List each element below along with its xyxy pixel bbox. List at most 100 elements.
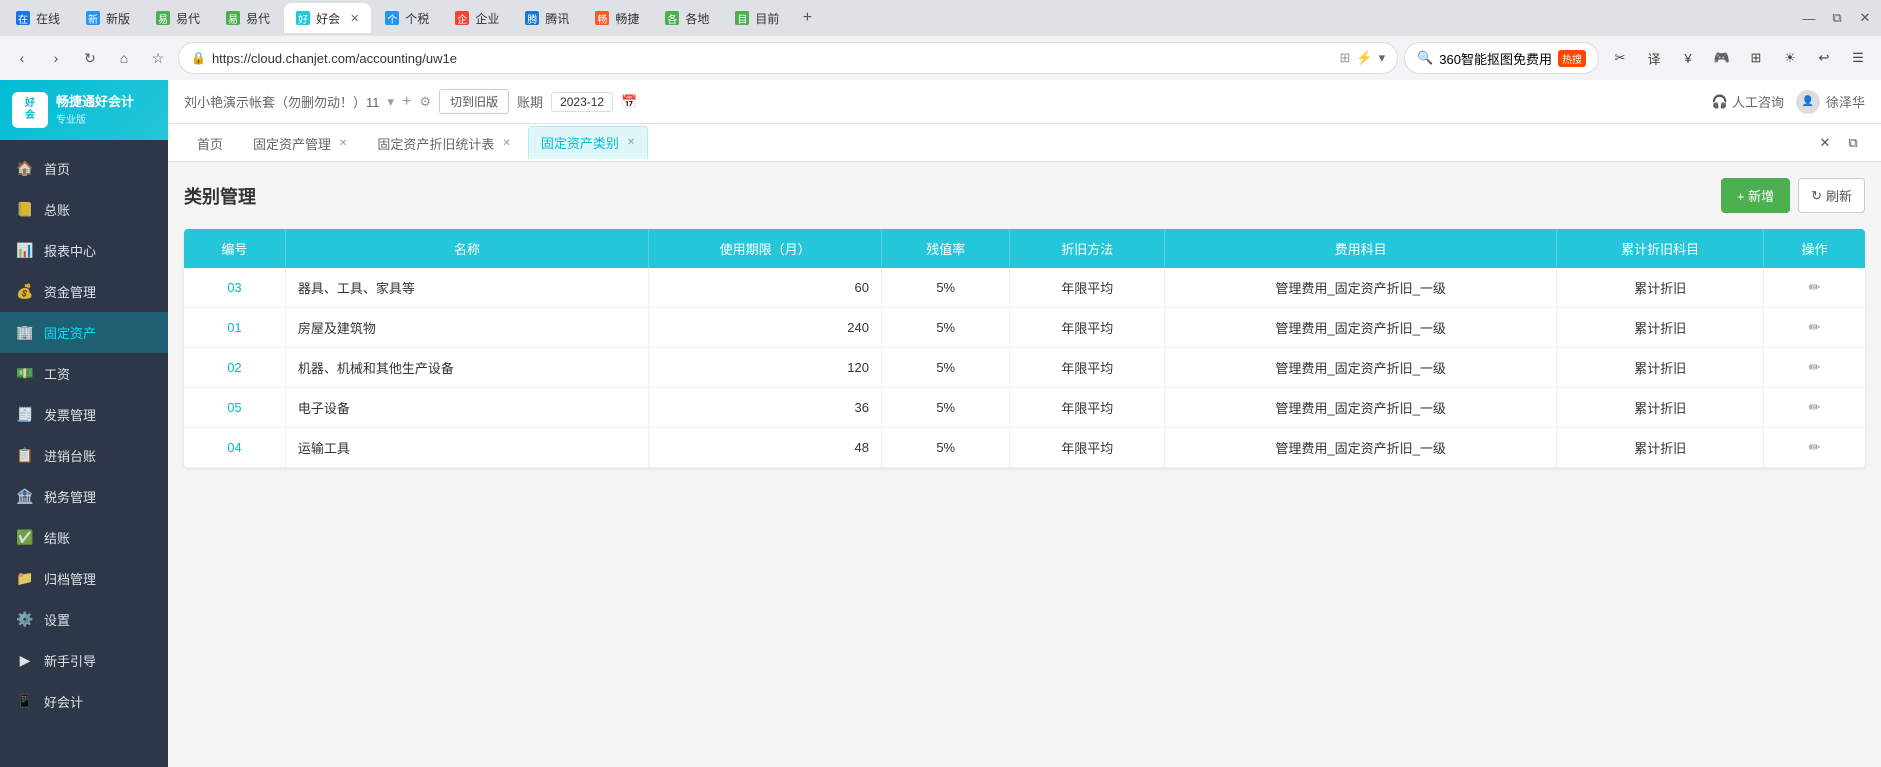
col-name: 名称 xyxy=(285,229,648,268)
code-link-2[interactable]: 02 xyxy=(227,360,241,375)
tab-favicon-9: 各 xyxy=(665,11,679,25)
customer-service-button[interactable]: 🎧 人工咨询 xyxy=(1712,92,1784,111)
tab-home[interactable]: 首页 xyxy=(184,127,236,159)
code-link-3[interactable]: 05 xyxy=(227,400,241,415)
edit-button-4[interactable]: ✏ xyxy=(1809,439,1821,455)
tab-label-10: 目前 xyxy=(755,10,779,27)
sidebar-item-tax[interactable]: 🏦 税务管理 xyxy=(0,476,168,517)
sidebar-item-guide[interactable]: ▶ 新手引导 xyxy=(0,640,168,681)
back-button[interactable]: ‹ xyxy=(8,44,36,72)
tab-fixed-assets-management-close[interactable]: ✕ xyxy=(339,138,347,149)
edit-button-0[interactable]: ✏ xyxy=(1809,279,1821,295)
browser-tab-4[interactable]: 好 好会 ✕ xyxy=(284,3,371,33)
tab-fixed-assets-management[interactable]: 固定资产管理 ✕ xyxy=(240,127,360,159)
restore-button[interactable]: ⧉ xyxy=(1825,6,1849,30)
sidebar-item-invoice[interactable]: 🧾 发票管理 xyxy=(0,394,168,435)
sidebar-label-payroll: 工资 xyxy=(44,364,70,383)
close-window-button[interactable]: ✕ xyxy=(1853,6,1877,30)
wallet-icon[interactable]: ¥ xyxy=(1673,43,1703,73)
code-link-1[interactable]: 01 xyxy=(227,320,241,335)
scissors-icon[interactable]: ✂ xyxy=(1605,43,1635,73)
panel-controls: ✕ ⧉ xyxy=(1813,131,1865,155)
new-tab-button[interactable]: + xyxy=(793,4,821,32)
minimize-button[interactable]: — xyxy=(1797,6,1821,30)
tab-depreciation-stat[interactable]: 固定资产折旧统计表 ✕ xyxy=(364,127,523,159)
address-text: https://cloud.chanjet.com/accounting/uw1… xyxy=(212,51,1334,66)
cell-expense-3: 管理费用_固定资产折旧_一级 xyxy=(1165,388,1557,428)
browser-tab-2[interactable]: 易 易代 xyxy=(144,3,212,33)
browser-tab-7[interactable]: 腾 腾讯 xyxy=(513,3,581,33)
sidebar-item-general-ledger[interactable]: 📒 总账 xyxy=(0,189,168,230)
sidebar-item-payroll[interactable]: 💵 工资 xyxy=(0,353,168,394)
page-title: 类别管理 xyxy=(184,183,256,209)
undo-icon[interactable]: ↩ xyxy=(1809,43,1839,73)
grid-icon[interactable]: ⊞ xyxy=(1741,43,1771,73)
sidebar-item-home[interactable]: 🏠 首页 xyxy=(0,148,168,189)
switch-to-old-version-button[interactable]: 切到旧版 xyxy=(439,89,509,114)
sidebar-item-app[interactable]: 📱 好会计 xyxy=(0,681,168,722)
calendar-icon[interactable]: 📅 xyxy=(621,94,637,110)
ledger-icon: 📒 xyxy=(16,201,34,219)
edit-button-2[interactable]: ✏ xyxy=(1809,359,1821,375)
tab-favicon-1: 新 xyxy=(86,11,100,25)
browser-tab-6[interactable]: 企 企业 xyxy=(443,3,511,33)
edit-button-1[interactable]: ✏ xyxy=(1809,319,1821,335)
sidebar-label-funds: 资金管理 xyxy=(44,282,96,301)
brightness-icon[interactable]: ☀ xyxy=(1775,43,1805,73)
browser-tab-1[interactable]: 新 新版 xyxy=(74,3,142,33)
code-link-0[interactable]: 03 xyxy=(227,280,241,295)
browser-tab-9[interactable]: 各 各地 xyxy=(653,3,721,33)
forward-button[interactable]: › xyxy=(42,44,70,72)
cell-months-0: 60 xyxy=(649,268,882,308)
sidebar-item-fixed-assets[interactable]: 🏢 固定资产 xyxy=(0,312,168,353)
cell-months-2: 120 xyxy=(649,348,882,388)
panel-close-button[interactable]: ✕ xyxy=(1813,131,1837,155)
sidebar-item-settings[interactable]: ⚙️ 设置 xyxy=(0,599,168,640)
cell-code-3: 05 xyxy=(184,388,285,428)
game-icon[interactable]: 🎮 xyxy=(1707,43,1737,73)
user-profile-area[interactable]: 👤 徐泽华 xyxy=(1796,90,1865,114)
add-button[interactable]: + 新增 xyxy=(1721,178,1790,213)
tab-fixed-assets-category-close[interactable]: ✕ xyxy=(627,137,635,148)
menu-icon[interactable]: ☰ xyxy=(1843,43,1873,73)
edit-button-3[interactable]: ✏ xyxy=(1809,399,1821,415)
browser-tab-3[interactable]: 易 易代 xyxy=(214,3,282,33)
tab-fixed-assets-category[interactable]: 固定资产类别 ✕ xyxy=(528,126,648,159)
reports-icon: 📊 xyxy=(16,242,34,260)
table-row: 05 电子设备 36 5% 年限平均 管理费用_固定资产折旧_一级 累计折旧 ✏ xyxy=(184,388,1865,428)
translate-icon[interactable]: 译 xyxy=(1639,43,1669,73)
refresh-button[interactable]: ↻ 刷新 xyxy=(1798,178,1865,213)
address-box[interactable]: 🔒 https://cloud.chanjet.com/accounting/u… xyxy=(178,42,1398,74)
add-account-button[interactable]: + xyxy=(402,93,411,111)
panel-maximize-button[interactable]: ⧉ xyxy=(1841,131,1865,155)
sidebar-item-funds[interactable]: 💰 资金管理 xyxy=(0,271,168,312)
sidebar-item-archive[interactable]: 📁 归档管理 xyxy=(0,558,168,599)
code-link-4[interactable]: 04 xyxy=(227,440,241,455)
bookmark-button[interactable]: ☆ xyxy=(144,44,172,72)
home-button[interactable]: ⌂ xyxy=(110,44,138,72)
expand-icon[interactable]: ▾ xyxy=(388,94,395,110)
cell-months-1: 240 xyxy=(649,308,882,348)
search-icon: 🔍 xyxy=(1417,50,1433,66)
address-dropdown-icon[interactable]: ▾ xyxy=(1379,50,1386,66)
archive-icon: 📁 xyxy=(16,570,34,588)
sidebar: 好会 畅捷通好会计 专业版 🏠 首页 📒 总账 📊 报表中心 💰 资金 xyxy=(0,80,168,767)
tab-close-4[interactable]: ✕ xyxy=(350,12,359,25)
settings-cog-button[interactable]: ⚙ xyxy=(419,94,431,110)
browser-tab-0[interactable]: 在 在线 xyxy=(4,3,72,33)
sidebar-label-invoice: 发票管理 xyxy=(44,405,96,424)
sidebar-label-closing: 结账 xyxy=(44,528,70,547)
browser-tab-10[interactable]: 目 目前 xyxy=(723,3,791,33)
tab-label-9: 各地 xyxy=(685,10,709,27)
refresh-label: 刷新 xyxy=(1826,186,1852,205)
app-title-block: 畅捷通好会计 专业版 xyxy=(56,94,134,126)
browser-tab-8[interactable]: 畅 畅捷 xyxy=(583,3,651,33)
tab-depreciation-stat-close[interactable]: ✕ xyxy=(502,138,510,149)
browser-tab-5[interactable]: 个 个税 xyxy=(373,3,441,33)
reload-button[interactable]: ↻ xyxy=(76,44,104,72)
sidebar-item-closing[interactable]: ✅ 结账 xyxy=(0,517,168,558)
cell-method-3: 年限平均 xyxy=(1010,388,1165,428)
sidebar-item-purchase-sales[interactable]: 📋 进销台账 xyxy=(0,435,168,476)
sidebar-item-reports[interactable]: 📊 报表中心 xyxy=(0,230,168,271)
search-box[interactable]: 🔍 360智能抠图免费用 热搜 xyxy=(1404,42,1599,74)
